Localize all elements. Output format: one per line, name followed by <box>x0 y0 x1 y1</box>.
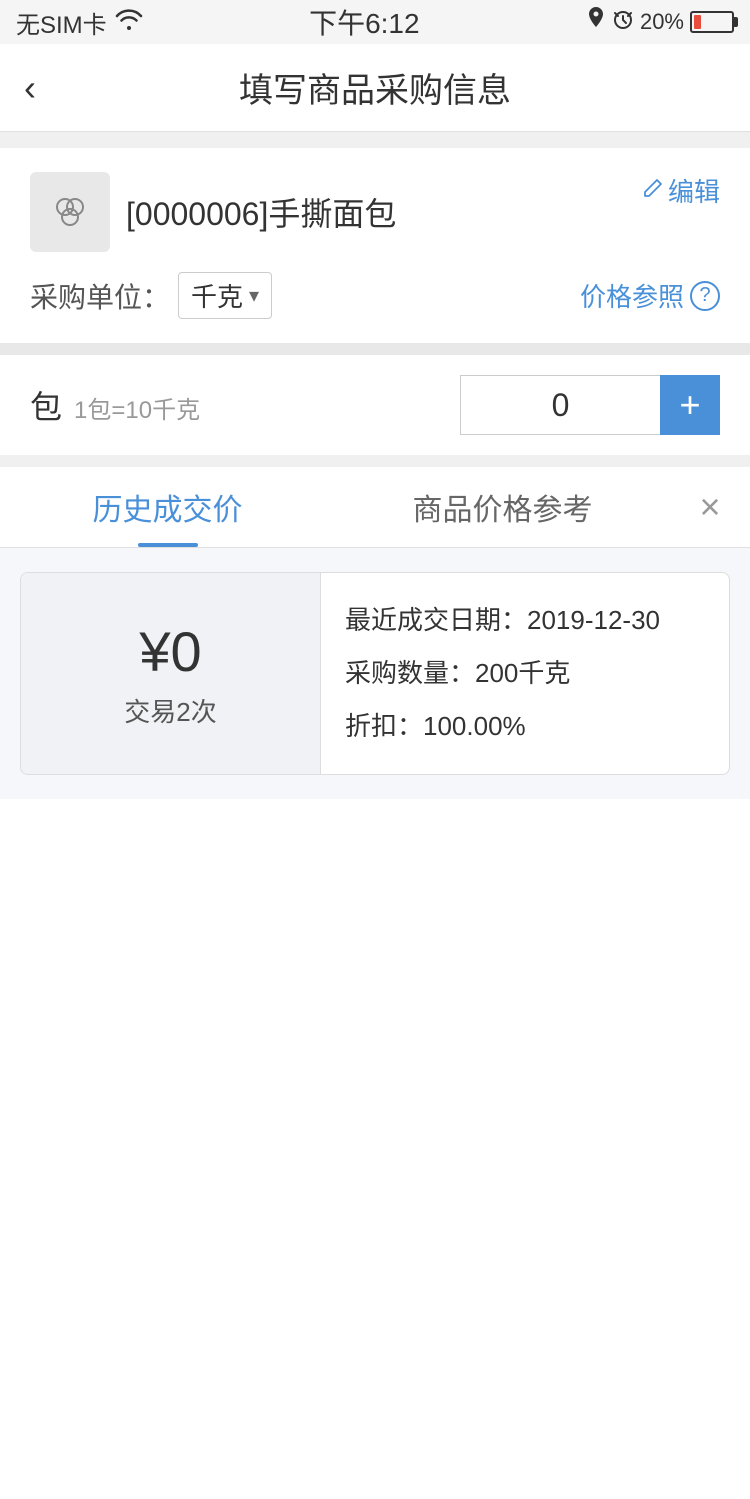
price-ref-label: 价格参照 <box>580 277 684 314</box>
tab-price-ref-label: 商品价格参考 <box>413 485 593 529</box>
recent-date-label: 最近成交日期： <box>345 605 527 635</box>
tab-product-price-ref[interactable]: 商品价格参考 <box>335 467 670 547</box>
tab-content: ¥0 交易2次 最近成交日期：2019-12-30 采购数量：200千克 折扣：… <box>0 548 750 799</box>
price-discount: 折扣：100.00% <box>345 707 705 746</box>
quantity-row: 包 1包=10千克 + <box>0 355 750 455</box>
bottom-space <box>0 799 750 1499</box>
discount-label: 折扣： <box>345 711 423 741</box>
price-left-panel: ¥0 交易2次 <box>21 573 321 774</box>
price-card: ¥0 交易2次 最近成交日期：2019-12-30 采购数量：200千克 折扣：… <box>20 572 730 775</box>
quantity-unit-sub: 1包=10千克 <box>74 390 200 425</box>
carrier-text: 无SIM卡 <box>16 5 107 40</box>
chevron-down-icon: ▾ <box>249 283 259 308</box>
quantity-plus-button[interactable]: + <box>660 375 720 435</box>
quantity-input[interactable] <box>460 375 660 435</box>
quantity-unit-main: 包 <box>30 382 62 428</box>
quantity-label: 采购数量： <box>345 658 475 688</box>
product-header: [0000006]手撕面包 编辑 <box>30 172 720 252</box>
unit-select[interactable]: 千克 ▾ <box>178 272 272 319</box>
price-quantity: 采购数量：200千克 <box>345 654 705 693</box>
product-name: [0000006]手撕面包 <box>126 189 396 235</box>
edit-button[interactable]: 编辑 <box>642 172 720 209</box>
product-unit-row: 采购单位： 千克 ▾ 价格参照 ? <box>30 272 720 319</box>
location-icon <box>586 7 606 37</box>
nav-bar: ‹ 填写商品采购信息 <box>0 44 750 132</box>
page-title: 填写商品采购信息 <box>239 63 511 112</box>
unit-value: 千克 <box>191 277 243 314</box>
alarm-icon <box>612 8 634 36</box>
status-right: 20% <box>586 7 734 37</box>
tab-close-button[interactable]: × <box>670 467 750 547</box>
tab-history-label: 历史成交价 <box>93 485 243 529</box>
status-left: 无SIM卡 <box>16 5 143 40</box>
wifi-icon <box>115 8 143 37</box>
quantity-unit-info: 包 1包=10千克 <box>30 382 200 428</box>
quantity-value: 200千克 <box>475 658 570 688</box>
quantity-control: + <box>460 375 720 435</box>
price-trades: 交易2次 <box>124 692 216 729</box>
section-divider <box>0 343 750 355</box>
edit-label: 编辑 <box>668 172 720 209</box>
status-time: 下午6:12 <box>309 2 420 42</box>
back-button[interactable]: ‹ <box>24 67 36 109</box>
info-icon: ? <box>690 281 720 311</box>
product-left: [0000006]手撕面包 <box>30 172 396 252</box>
battery-percent: 20% <box>640 9 684 35</box>
battery-icon <box>690 11 734 33</box>
unit-label: 采购单位： <box>30 276 170 316</box>
tab-section: 历史成交价 商品价格参考 × ¥0 交易2次 最近成交日期：2019-12-30… <box>0 467 750 799</box>
price-right-panel: 最近成交日期：2019-12-30 采购数量：200千克 折扣：100.00% <box>321 573 729 774</box>
tab-indicator <box>138 543 198 547</box>
product-section: [0000006]手撕面包 编辑 采购单位： 千克 ▾ 价格参照 ? <box>0 148 750 343</box>
battery-fill <box>694 15 701 29</box>
product-thumbnail <box>30 172 110 252</box>
tab-bar: 历史成交价 商品价格参考 × <box>0 467 750 548</box>
tab-history-price[interactable]: 历史成交价 <box>0 467 335 547</box>
status-bar: 无SIM卡 下午6:12 20% <box>0 0 750 44</box>
price-ref-button[interactable]: 价格参照 ? <box>580 277 720 314</box>
edit-icon <box>642 175 664 206</box>
price-amount: ¥0 <box>139 619 201 684</box>
recent-date-value: 2019-12-30 <box>527 605 660 635</box>
discount-value: 100.00% <box>423 711 526 741</box>
price-recent-date: 最近成交日期：2019-12-30 <box>345 601 705 640</box>
